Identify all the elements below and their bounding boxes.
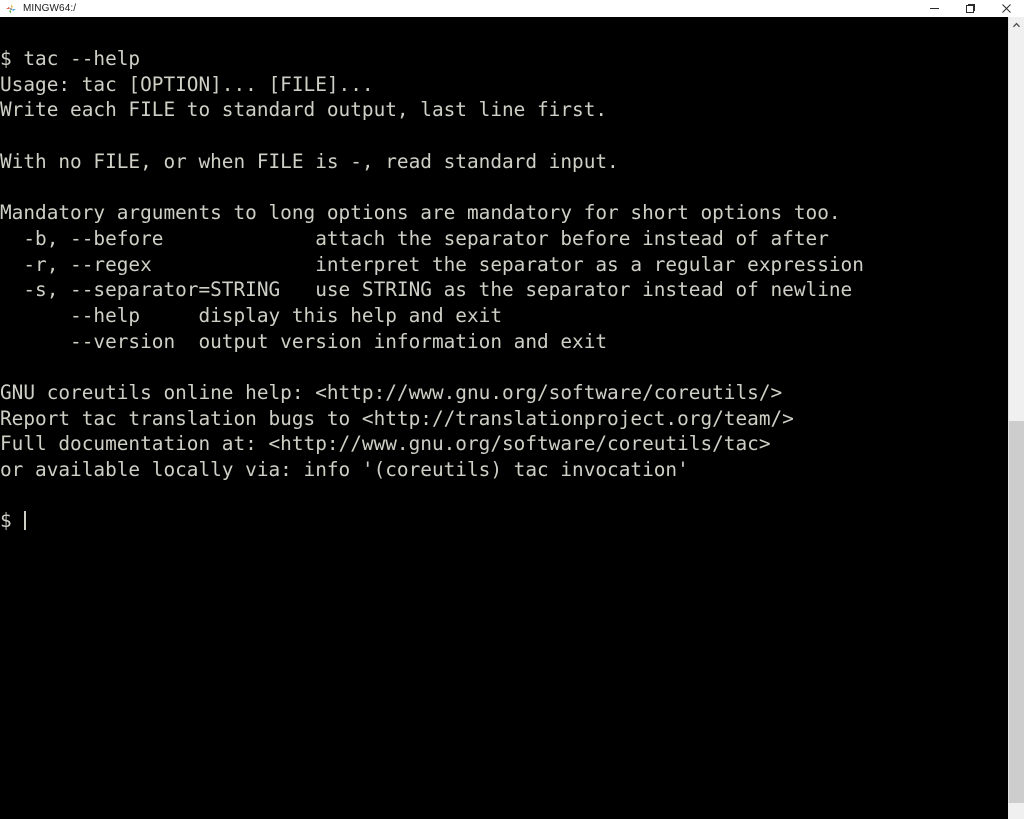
title-bar-left: MINGW64:/ xyxy=(0,0,76,17)
scrollbar-corner xyxy=(1008,803,1024,819)
text-cursor xyxy=(24,511,27,531)
terminal-line: Full documentation at: <http://www.gnu.o… xyxy=(0,432,771,456)
title-bar[interactable]: MINGW64:/ xyxy=(0,0,1024,17)
shell-prompt: $ xyxy=(0,509,24,533)
maximize-button[interactable] xyxy=(952,0,988,17)
terminal-line: With no FILE, or when FILE is -, read st… xyxy=(0,149,619,173)
close-button[interactable] xyxy=(988,0,1024,17)
minimize-button[interactable] xyxy=(916,0,952,17)
terminal-line: Mandatory arguments to long options are … xyxy=(0,201,841,225)
window-controls xyxy=(916,0,1024,17)
vertical-scrollbar[interactable] xyxy=(1008,17,1024,819)
chevron-up-icon xyxy=(1012,21,1021,30)
terminal-line: $ tac --help xyxy=(0,47,141,70)
scrollbar-thumb[interactable] xyxy=(1009,421,1024,803)
terminal-line: Write each FILE to standard output, last… xyxy=(0,98,608,122)
terminal-line: Usage: tac [OPTION]... [FILE]... xyxy=(0,72,374,96)
terminal-line: --help display this help and exit xyxy=(0,303,502,327)
terminal-line: GNU coreutils online help: <http://www.g… xyxy=(0,380,783,404)
terminal-line: or available locally via: info '(coreuti… xyxy=(0,458,689,481)
terminal-line: -b, --before attach the separator before… xyxy=(0,226,829,250)
scrollbar-track-upper[interactable] xyxy=(1009,33,1024,421)
terminal-screen[interactable]: $ tac --help Usage: tac [OPTION]... [FILE… xyxy=(0,17,1008,534)
mingw64-terminal-window: MINGW64:/ $ tac --help Usage: tac [OPTIO… xyxy=(0,0,1024,819)
terminal-line: -s, --separator=STRING use STRING as the… xyxy=(0,278,853,302)
git-bash-icon xyxy=(5,3,17,15)
terminal-prompt-line[interactable]: $ xyxy=(0,508,1008,534)
terminal-line: Report tac translation bugs to <http://t… xyxy=(0,406,794,430)
window-title: MINGW64:/ xyxy=(23,3,77,14)
terminal-line: --version output version information and… xyxy=(0,329,608,353)
terminal-viewport[interactable]: $ tac --help Usage: tac [OPTION]... [FILE… xyxy=(0,17,1008,819)
terminal-line: -r, --regex interpret the separator as a… xyxy=(0,252,864,276)
scroll-up-button[interactable] xyxy=(1009,17,1024,33)
